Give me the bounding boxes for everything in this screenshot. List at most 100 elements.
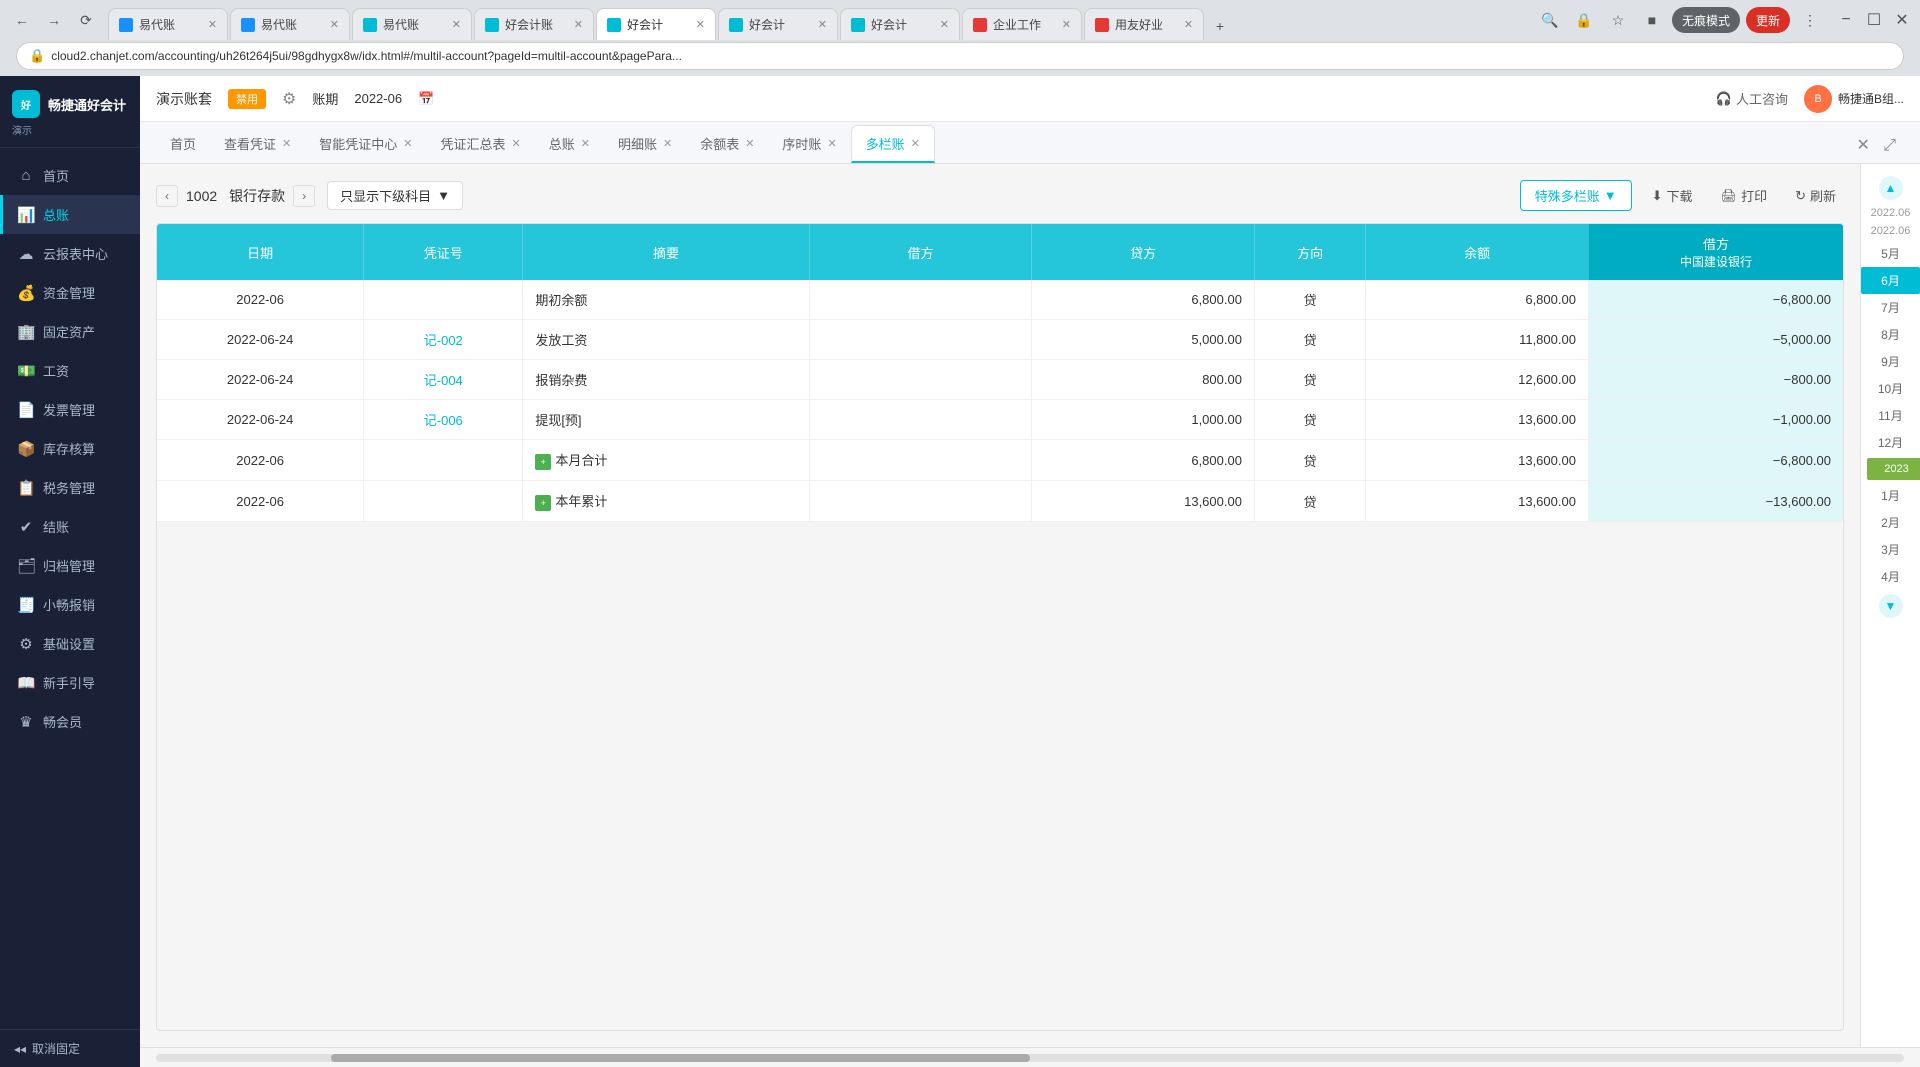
voucher-link[interactable]: 记-006 bbox=[424, 413, 463, 428]
horizontal-scrollbar[interactable] bbox=[156, 1054, 1904, 1062]
time-month-2023-1月[interactable]: 1月 bbox=[1861, 482, 1920, 509]
incognito-button[interactable]: 无痕模式 bbox=[1672, 7, 1740, 33]
voucher-link[interactable]: 记-002 bbox=[424, 333, 463, 348]
time-scroll-up-button[interactable]: ▲ bbox=[1879, 176, 1903, 200]
sidebar-item-guide[interactable]: 📖 新手引导 bbox=[0, 663, 140, 702]
page-tab-close-icon[interactable]: ✕ bbox=[403, 137, 412, 150]
sidebar-item-invoice[interactable]: 📄 发票管理 bbox=[0, 390, 140, 429]
page-tab-close-icon[interactable]: ✕ bbox=[827, 137, 836, 150]
browser-tab-t9[interactable]: 用友好业 ✕ bbox=[1084, 8, 1204, 40]
time-month-2023-4月[interactable]: 4月 bbox=[1861, 563, 1920, 590]
page-tab-7[interactable]: 序时账✕ bbox=[768, 126, 850, 163]
settings-icon[interactable]: ⚙ bbox=[282, 89, 296, 109]
page-tab-close-icon[interactable]: ✕ bbox=[663, 137, 672, 150]
page-tab-close-icon[interactable]: ✕ bbox=[512, 137, 521, 150]
browser-tab-t7[interactable]: 好会计 ✕ bbox=[840, 8, 960, 40]
page-tab-close-icon[interactable]: ✕ bbox=[911, 137, 920, 150]
sidebar-item-ledger[interactable]: 📊 总账 bbox=[0, 195, 140, 234]
sidebar-item-assets[interactable]: 🏢 固定资产 bbox=[0, 312, 140, 351]
browser-tab-t2[interactable]: 易代账 ✕ bbox=[230, 8, 350, 40]
reload-button[interactable]: ⟳ bbox=[72, 6, 100, 34]
sidebar-item-archive[interactable]: 🗂 归档管理 bbox=[0, 546, 140, 585]
tab-close-icon[interactable]: ✕ bbox=[208, 18, 217, 31]
multi-col-button[interactable]: 特殊多栏账 ▼ bbox=[1520, 180, 1632, 211]
tab-close-icon[interactable]: ✕ bbox=[574, 18, 583, 31]
print-button[interactable]: 🖨 打印 bbox=[1713, 181, 1776, 210]
browser-tab-t4[interactable]: 好会计账 ✕ bbox=[474, 8, 594, 40]
page-tab-3[interactable]: 凭证汇总表✕ bbox=[426, 126, 534, 163]
page-tab-6[interactable]: 余额表✕ bbox=[686, 126, 768, 163]
time-month-2022-12月[interactable]: 12月 bbox=[1861, 429, 1920, 456]
back-button[interactable]: ← bbox=[8, 6, 36, 34]
time-month-2022-10月[interactable]: 10月 bbox=[1861, 375, 1920, 402]
support-button[interactable]: 🎧 人工咨询 bbox=[1716, 89, 1788, 108]
refresh-button[interactable]: ↻ 刷新 bbox=[1787, 181, 1844, 210]
voucher-link[interactable]: 记-004 bbox=[424, 373, 463, 388]
time-month-2023-2月[interactable]: 2月 bbox=[1861, 509, 1920, 536]
page-tab-1[interactable]: 查看凭证✕ bbox=[210, 126, 305, 163]
browser-tab-t6[interactable]: 好会计 ✕ bbox=[718, 8, 838, 40]
page-tab-4[interactable]: 总账✕ bbox=[535, 126, 604, 163]
search-icon[interactable]: 🔍 bbox=[1536, 6, 1564, 34]
demo-badge[interactable]: 禁用 bbox=[228, 89, 266, 109]
time-month-2022-11月[interactable]: 11月 bbox=[1861, 402, 1920, 429]
extensions-icon[interactable]: ■ bbox=[1638, 6, 1666, 34]
star-icon[interactable]: ☆ bbox=[1604, 6, 1632, 34]
page-tab-8[interactable]: 多栏账✕ bbox=[851, 125, 935, 163]
browser-tab-t1[interactable]: 易代账 ✕ bbox=[108, 8, 228, 40]
browser-tab-t5[interactable]: 好会计 ✕ bbox=[596, 8, 716, 40]
sidebar-item-funds[interactable]: 💰 资金管理 bbox=[0, 273, 140, 312]
sidebar-item-member[interactable]: ♛ 畅会员 bbox=[0, 702, 140, 741]
time-month-2023-3月[interactable]: 3月 bbox=[1861, 536, 1920, 563]
page-tab-close-icon[interactable]: ✕ bbox=[745, 137, 754, 150]
shield-icon[interactable]: 🔒 bbox=[1570, 6, 1598, 34]
minimize-button[interactable]: − bbox=[1836, 10, 1856, 30]
more-options-icon[interactable]: ⋮ bbox=[1796, 6, 1824, 34]
sidebar-item-home[interactable]: ⌂ 首页 bbox=[0, 156, 140, 195]
close-button[interactable]: ✕ bbox=[1892, 10, 1912, 30]
page-tab-close-icon[interactable]: ✕ bbox=[581, 137, 590, 150]
voucher-cell[interactable]: 记-004 bbox=[364, 360, 523, 400]
sidebar-item-settings[interactable]: ⚙ 基础设置 bbox=[0, 624, 140, 663]
time-scroll-down-button[interactable]: ▼ bbox=[1879, 594, 1903, 618]
time-month-2022-7月[interactable]: 7月 bbox=[1861, 294, 1920, 321]
tab-close-icon[interactable]: ✕ bbox=[330, 18, 339, 31]
page-tab-5[interactable]: 明细账✕ bbox=[604, 126, 686, 163]
download-button[interactable]: ⬇ 下载 bbox=[1644, 181, 1701, 210]
sidebar-item-closing[interactable]: ✔ 结账 bbox=[0, 507, 140, 546]
time-month-2022-5月[interactable]: 5月 bbox=[1861, 240, 1920, 267]
tab-close-icon[interactable]: ✕ bbox=[818, 18, 827, 31]
sidebar-item-reports[interactable]: ☁ 云报表中心 bbox=[0, 234, 140, 273]
tab-close-icon[interactable]: ✕ bbox=[452, 18, 461, 31]
browser-tab-t3[interactable]: 易代账 ✕ bbox=[352, 8, 472, 40]
forward-button[interactable]: → bbox=[40, 6, 68, 34]
time-month-2022-9月[interactable]: 9月 bbox=[1861, 348, 1920, 375]
browser-tab-t8[interactable]: 企业工作 ✕ bbox=[962, 8, 1082, 40]
sidebar-item-tax[interactable]: 📋 税务管理 bbox=[0, 468, 140, 507]
sub-filter-dropdown[interactable]: 只显示下级科目 ▼ bbox=[327, 181, 463, 210]
address-bar[interactable]: 🔒 cloud2.chanjet.com/accounting/uh26t264… bbox=[16, 42, 1904, 70]
voucher-cell[interactable]: 记-006 bbox=[364, 400, 523, 440]
sidebar-item-inventory[interactable]: 📦 库存核算 bbox=[0, 429, 140, 468]
time-month-2022-6月[interactable]: 6月 bbox=[1861, 267, 1920, 294]
tab-close-icon[interactable]: ✕ bbox=[696, 18, 705, 31]
tab-close-icon[interactable]: ✕ bbox=[1184, 18, 1193, 31]
prev-account-button[interactable]: ‹ bbox=[156, 185, 178, 207]
page-tab-0[interactable]: 首页 bbox=[156, 126, 210, 163]
close-panel-button[interactable]: ✕ ⤢ bbox=[1848, 127, 1904, 163]
page-tab-close-icon[interactable]: ✕ bbox=[282, 137, 291, 150]
tab-close-icon[interactable]: ✕ bbox=[1062, 18, 1071, 31]
scrollbar-thumb[interactable] bbox=[331, 1054, 1030, 1062]
sidebar-item-expense[interactable]: 🧾 小畅报销 bbox=[0, 585, 140, 624]
unpin-button[interactable]: ◂◂ 取消固定 bbox=[0, 1029, 140, 1067]
next-account-button[interactable]: › bbox=[293, 185, 315, 207]
sidebar-item-payroll[interactable]: 💵 工资 bbox=[0, 351, 140, 390]
tab-close-icon[interactable]: ✕ bbox=[940, 18, 949, 31]
update-button[interactable]: 更新 bbox=[1746, 7, 1790, 33]
user-info[interactable]: B 畅捷通B组... bbox=[1804, 85, 1904, 113]
voucher-cell[interactable]: 记-002 bbox=[364, 320, 523, 360]
page-tab-2[interactable]: 智能凭证中心✕ bbox=[305, 126, 426, 163]
time-month-2022-8月[interactable]: 8月 bbox=[1861, 321, 1920, 348]
maximize-button[interactable]: ☐ bbox=[1864, 10, 1884, 30]
calendar-icon[interactable]: 📅 bbox=[418, 91, 434, 107]
